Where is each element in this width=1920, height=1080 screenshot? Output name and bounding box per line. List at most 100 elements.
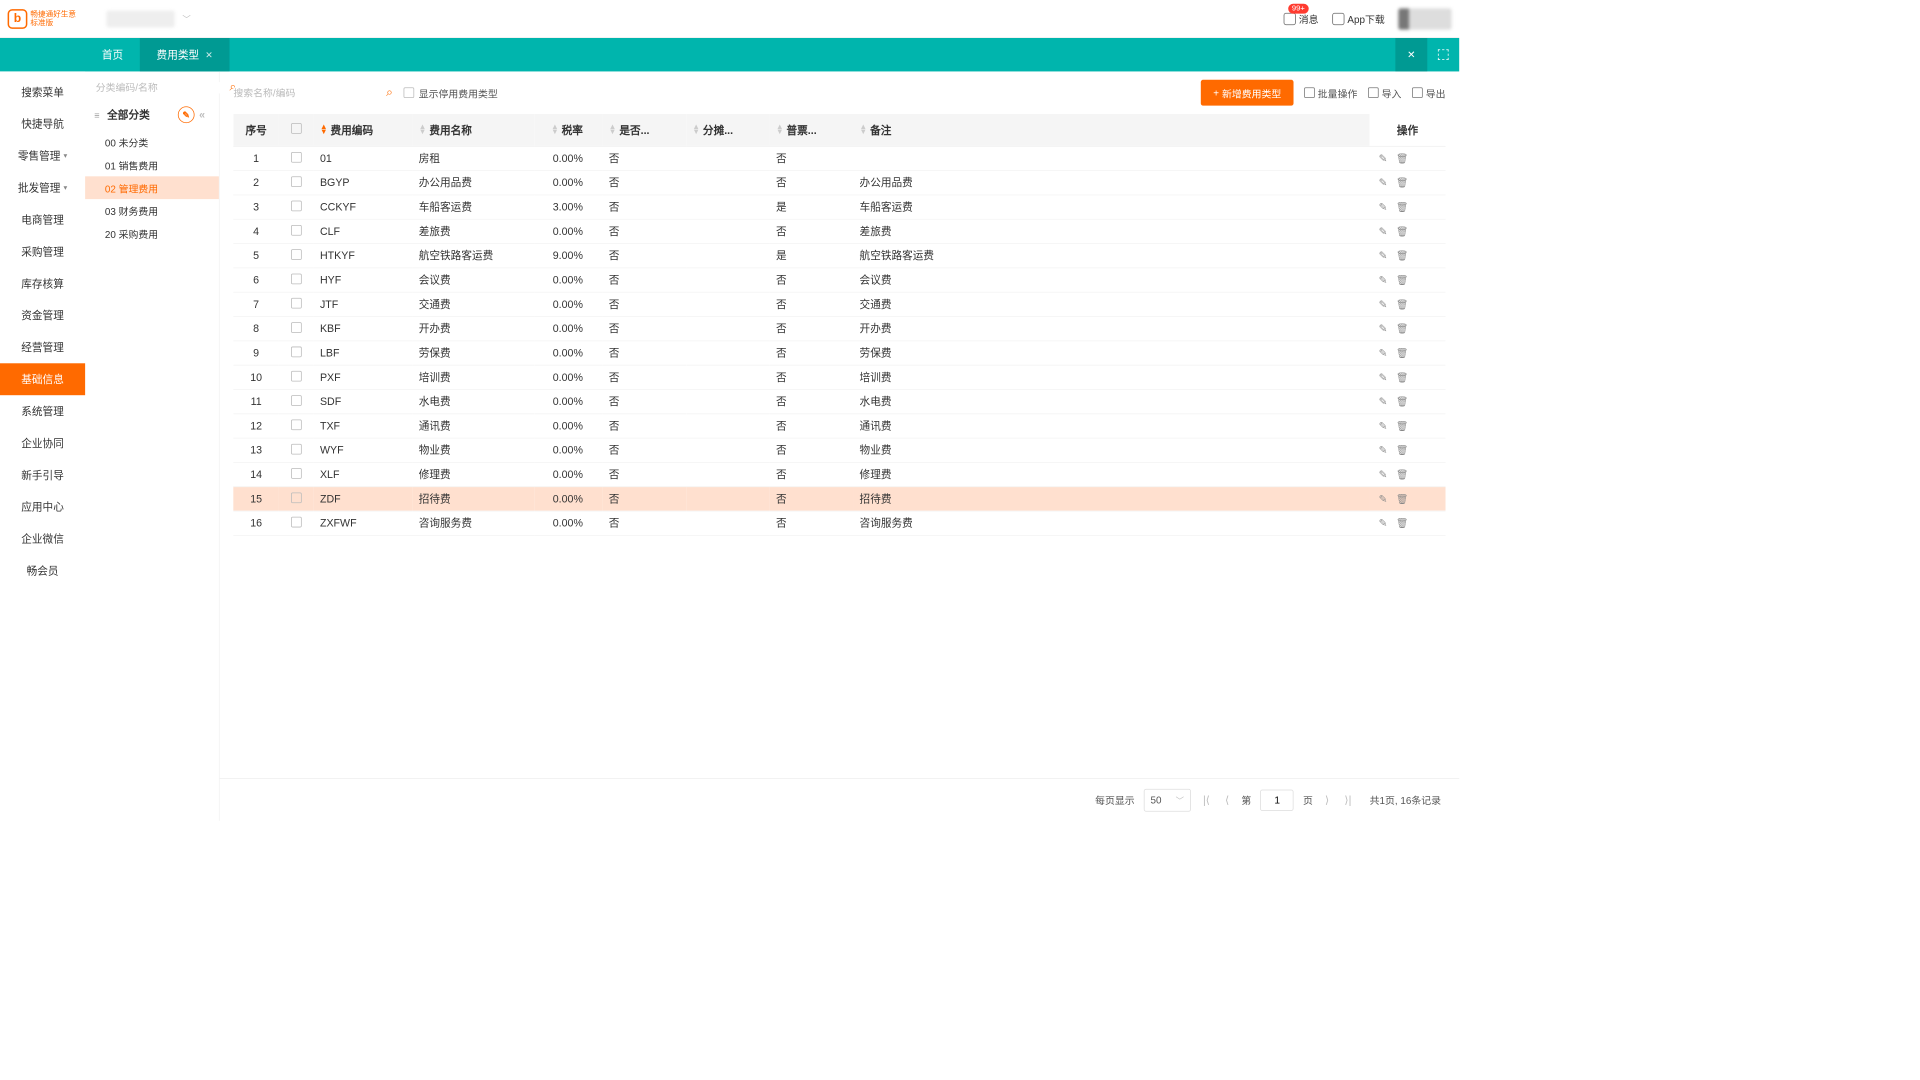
- per-page-select[interactable]: 50 ﹀: [1144, 789, 1191, 812]
- show-disabled-checkbox[interactable]: 显示停用费用类型: [404, 86, 498, 100]
- page-input[interactable]: [1260, 789, 1293, 810]
- cell-checkbox[interactable]: [279, 219, 314, 243]
- nav-item[interactable]: 零售管理▾: [0, 140, 85, 172]
- last-page-button[interactable]: ⟩|: [1341, 793, 1354, 806]
- tab-home[interactable]: 首页: [85, 38, 140, 71]
- cell-checkbox[interactable]: [279, 268, 314, 292]
- table-row[interactable]: 13WYF物业费0.00%否否物业费: [233, 438, 1445, 462]
- edit-row-button[interactable]: [1379, 249, 1390, 260]
- delete-row-button[interactable]: [1396, 347, 1407, 358]
- nav-item[interactable]: 企业协同: [0, 427, 85, 459]
- table-row[interactable]: 14XLF修理费0.00%否否修理费: [233, 462, 1445, 486]
- new-fee-type-button[interactable]: + 新增费用类型: [1201, 80, 1293, 106]
- delete-row-button[interactable]: [1396, 395, 1407, 406]
- edit-row-button[interactable]: [1379, 274, 1390, 285]
- cell-checkbox[interactable]: [279, 340, 314, 364]
- cell-checkbox[interactable]: [279, 316, 314, 340]
- delete-row-button[interactable]: [1396, 249, 1407, 260]
- cell-checkbox[interactable]: [279, 438, 314, 462]
- batch-action-button[interactable]: 批量操作: [1304, 86, 1357, 100]
- org-selector[interactable]: ﹀: [106, 10, 190, 27]
- close-icon[interactable]: ✕: [205, 49, 213, 60]
- table-row[interactable]: 5HTKYF航空铁路客运费9.00%否是航空铁路客运费: [233, 243, 1445, 267]
- col-rate[interactable]: ▲▼税率: [534, 114, 602, 146]
- delete-row-button[interactable]: [1396, 468, 1407, 479]
- search-input[interactable]: [233, 87, 386, 98]
- nav-item[interactable]: 经营管理: [0, 331, 85, 363]
- delete-row-button[interactable]: [1396, 176, 1407, 187]
- table-row[interactable]: 2BGYP办公用品费0.00%否否办公用品费: [233, 170, 1445, 194]
- nav-item[interactable]: 快捷导航: [0, 108, 85, 140]
- edit-row-button[interactable]: [1379, 347, 1390, 358]
- col-b2[interactable]: ▲▼分摊...: [686, 114, 770, 146]
- nav-item[interactable]: 电商管理: [0, 204, 85, 236]
- category-all-label[interactable]: 全部分类: [107, 107, 150, 122]
- import-button[interactable]: 导入: [1368, 86, 1401, 100]
- delete-row-button[interactable]: [1396, 152, 1407, 163]
- checkbox-icon[interactable]: [291, 123, 302, 134]
- table-row[interactable]: 12TXF通讯费0.00%否否通讯费: [233, 413, 1445, 437]
- edit-row-button[interactable]: [1379, 395, 1390, 406]
- col-index[interactable]: 序号: [233, 114, 279, 146]
- cell-checkbox[interactable]: [279, 413, 314, 437]
- col-remark[interactable]: ▲▼备注: [853, 114, 1369, 146]
- cell-checkbox[interactable]: [279, 511, 314, 535]
- edit-category-button[interactable]: ✎: [178, 106, 195, 123]
- col-b1[interactable]: ▲▼是否...: [603, 114, 687, 146]
- cell-checkbox[interactable]: [279, 243, 314, 267]
- edit-row-button[interactable]: [1379, 225, 1390, 236]
- fullscreen-button[interactable]: [1427, 38, 1459, 71]
- nav-item[interactable]: 企业微信: [0, 523, 85, 555]
- table-row[interactable]: 9LBF劳保费0.00%否否劳保费: [233, 340, 1445, 364]
- col-b3[interactable]: ▲▼普票...: [770, 114, 854, 146]
- next-page-button[interactable]: ⟩: [1322, 793, 1332, 806]
- col-code[interactable]: ▲▼费用编码: [314, 114, 413, 146]
- edit-row-button[interactable]: [1379, 517, 1390, 528]
- delete-row-button[interactable]: [1396, 444, 1407, 455]
- category-item[interactable]: 03 财务费用: [85, 199, 219, 222]
- edit-row-button[interactable]: [1379, 371, 1390, 382]
- cell-checkbox[interactable]: [279, 365, 314, 389]
- cell-checkbox[interactable]: [279, 195, 314, 219]
- table-row[interactable]: 6HYF会议费0.00%否否会议费: [233, 268, 1445, 292]
- delete-row-button[interactable]: [1396, 371, 1407, 382]
- messages-button[interactable]: 消息 99+: [1284, 11, 1319, 25]
- nav-item[interactable]: 系统管理: [0, 395, 85, 427]
- search-icon[interactable]: ⌕: [386, 86, 393, 100]
- tab-close-all-button[interactable]: ✕: [1395, 38, 1427, 71]
- edit-row-button[interactable]: [1379, 176, 1390, 187]
- edit-row-button[interactable]: [1379, 420, 1390, 431]
- nav-item[interactable]: 畅会员: [0, 555, 85, 587]
- delete-row-button[interactable]: [1396, 517, 1407, 528]
- nav-item[interactable]: 采购管理: [0, 236, 85, 268]
- table-row[interactable]: 10PXF培训费0.00%否否培训费: [233, 365, 1445, 389]
- nav-item[interactable]: 库存核算: [0, 268, 85, 300]
- export-button[interactable]: 导出: [1412, 86, 1445, 100]
- col-name[interactable]: ▲▼费用名称: [413, 114, 535, 146]
- category-item[interactable]: 01 销售费用: [85, 154, 219, 177]
- cell-checkbox[interactable]: [279, 486, 314, 510]
- edit-row-button[interactable]: [1379, 152, 1390, 163]
- category-item[interactable]: 02 管理费用: [85, 176, 219, 199]
- col-checkbox[interactable]: [279, 114, 314, 146]
- cell-checkbox[interactable]: [279, 146, 314, 170]
- cell-checkbox[interactable]: [279, 462, 314, 486]
- edit-row-button[interactable]: [1379, 492, 1390, 503]
- app-download-button[interactable]: App下载: [1332, 11, 1385, 25]
- collapse-panel-button[interactable]: «: [199, 109, 213, 121]
- delete-row-button[interactable]: [1396, 201, 1407, 212]
- table-row[interactable]: 3CCKYF车船客运费3.00%否是车船客运费: [233, 195, 1445, 219]
- delete-row-button[interactable]: [1396, 420, 1407, 431]
- nav-item[interactable]: 资金管理: [0, 299, 85, 331]
- edit-row-button[interactable]: [1379, 444, 1390, 455]
- nav-item[interactable]: 应用中心: [0, 491, 85, 523]
- delete-row-button[interactable]: [1396, 322, 1407, 333]
- delete-row-button[interactable]: [1396, 298, 1407, 309]
- prev-page-button[interactable]: ⟨: [1222, 793, 1232, 806]
- category-item[interactable]: 20 采购费用: [85, 222, 219, 245]
- table-row[interactable]: 16ZXFWF咨询服务费0.00%否否咨询服务费: [233, 511, 1445, 535]
- category-item[interactable]: 00 未分类: [85, 131, 219, 154]
- category-search-input[interactable]: [96, 82, 230, 93]
- nav-item[interactable]: 搜索菜单: [0, 76, 85, 108]
- table-row[interactable]: 15ZDF招待费0.00%否否招待费: [233, 486, 1445, 510]
